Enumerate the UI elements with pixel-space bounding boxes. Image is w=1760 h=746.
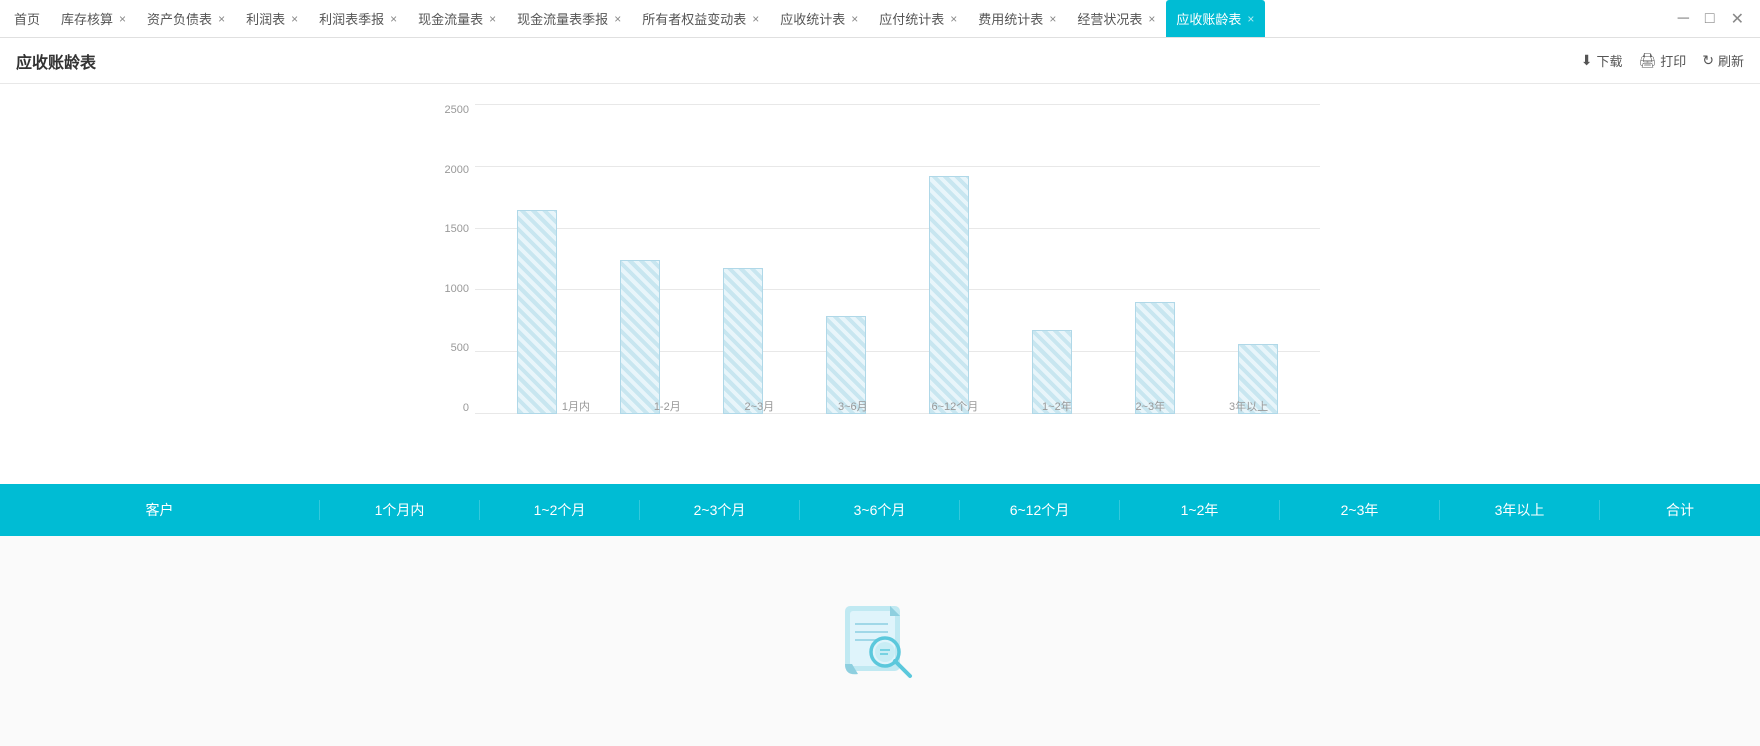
page-header: 应收账龄表 ⬇ 下载 🖨 打印 ↻ 刷新 <box>0 38 1760 84</box>
y-label-1500: 1500 <box>445 223 469 235</box>
bar-fill-4 <box>929 176 969 414</box>
tab-profit-close[interactable]: × <box>291 13 298 25</box>
bar-4 <box>929 176 969 414</box>
th-cell-5: 6~12个月 <box>960 500 1120 520</box>
tab-ar-stats-close[interactable]: × <box>851 13 858 25</box>
refresh-icon: ↻ <box>1702 52 1714 69</box>
tab-ar-aging-label: 应收账龄表 <box>1176 9 1241 28</box>
th-cell-3: 2~3个月 <box>640 500 800 520</box>
page-actions: ⬇ 下载 🖨 打印 ↻ 刷新 <box>1581 51 1744 70</box>
bars-container <box>475 104 1320 414</box>
th-cell-2: 1~2个月 <box>480 500 640 520</box>
refresh-label: 刷新 <box>1718 51 1744 70</box>
tab-cashflow-close[interactable]: × <box>489 13 496 25</box>
y-label-1000: 1000 <box>445 283 469 295</box>
x-label-2: 2~3月 <box>745 398 775 414</box>
chart-plot: 1月内 1-2月 2~3月 3~6月 6~12个月 1~2年 2~3年 3年以上 <box>475 104 1320 414</box>
tab-cashflow-quarterly[interactable]: 现金流量表季报 × <box>507 0 632 38</box>
tab-inventory-close[interactable]: × <box>119 13 126 25</box>
bar-1 <box>620 260 660 414</box>
print-icon: 🖨 <box>1638 52 1656 69</box>
bar-2 <box>723 268 763 414</box>
tab-expense-stats-label: 费用统计表 <box>978 9 1043 28</box>
x-label-7: 3年以上 <box>1229 398 1268 414</box>
tab-home[interactable]: 首页 <box>4 0 51 38</box>
empty-state <box>0 536 1760 746</box>
tab-profit-quarterly-label: 利润表季报 <box>319 9 384 28</box>
tab-profit[interactable]: 利润表 × <box>236 0 309 38</box>
tab-expense-stats[interactable]: 费用统计表 × <box>968 0 1067 38</box>
x-label-1: 1-2月 <box>654 398 681 414</box>
bar-fill-1 <box>620 260 660 414</box>
x-label-5: 1~2年 <box>1042 398 1072 414</box>
th-cell-7: 2~3年 <box>1280 500 1440 520</box>
tab-ar-aging[interactable]: 应收账龄表 × <box>1166 0 1265 38</box>
y-label-500: 500 <box>451 342 469 354</box>
tab-operations-close[interactable]: × <box>1148 13 1155 25</box>
y-label-0: 0 <box>463 402 469 414</box>
tab-ap-stats-close[interactable]: × <box>950 13 957 25</box>
x-label-6: 2~3年 <box>1136 398 1166 414</box>
x-label-0: 1月内 <box>562 398 590 414</box>
tab-equity-label: 所有者权益变动表 <box>642 9 746 28</box>
tab-operations-label: 经营状况表 <box>1077 9 1142 28</box>
bar-fill-2 <box>723 268 763 414</box>
tab-balance-sheet-label: 资产负债表 <box>147 9 212 28</box>
window-actions: ─ □ ✕ <box>1674 7 1756 31</box>
th-cell-8: 3年以上 <box>1440 500 1600 520</box>
tab-ar-aging-close[interactable]: × <box>1247 13 1254 25</box>
tab-ap-stats[interactable]: 应付统计表 × <box>869 0 968 38</box>
x-label-3: 3~6月 <box>838 398 868 414</box>
empty-icon <box>830 596 930 686</box>
refresh-button[interactable]: ↻ 刷新 <box>1702 51 1744 70</box>
tab-cashflow-quarterly-label: 现金流量表季报 <box>517 9 608 28</box>
tab-home-label: 首页 <box>14 9 40 28</box>
main-content: 0 500 1000 1500 2000 2500 <box>0 84 1760 746</box>
minimize-button[interactable]: ─ <box>1674 8 1693 30</box>
table-header: 客户1个月内1~2个月2~3个月3~6个月6~12个月1~2年2~3年3年以上合… <box>0 484 1760 536</box>
tab-expense-stats-close[interactable]: × <box>1049 13 1056 25</box>
download-icon: ⬇ <box>1581 52 1593 69</box>
tab-equity-close[interactable]: × <box>752 13 759 25</box>
th-cell-9: 合计 <box>1600 500 1760 520</box>
tab-profit-quarterly[interactable]: 利润表季报 × <box>309 0 408 38</box>
chart-container: 0 500 1000 1500 2000 2500 <box>430 104 1330 444</box>
tab-equity[interactable]: 所有者权益变动表 × <box>632 0 770 38</box>
print-button[interactable]: 🖨 打印 <box>1638 51 1686 70</box>
maximize-button[interactable]: □ <box>1701 8 1719 30</box>
tab-cashflow-label: 现金流量表 <box>418 9 483 28</box>
tab-profit-label: 利润表 <box>246 9 285 28</box>
x-label-4: 6~12个月 <box>931 398 978 414</box>
tab-cashflow-quarterly-close[interactable]: × <box>614 13 621 25</box>
download-label: 下载 <box>1596 51 1622 70</box>
page-title: 应收账龄表 <box>16 49 96 73</box>
tab-ap-stats-label: 应付统计表 <box>879 9 944 28</box>
th-cell-6: 1~2年 <box>1120 500 1280 520</box>
tab-bar: 首页 库存核算 × 资产负债表 × 利润表 × 利润表季报 × 现金流量表 × … <box>0 0 1760 38</box>
close-button[interactable]: ✕ <box>1727 7 1748 31</box>
tab-profit-quarterly-close[interactable]: × <box>390 13 397 25</box>
tab-ar-stats-label: 应收统计表 <box>780 9 845 28</box>
th-cell-1: 1个月内 <box>320 500 480 520</box>
bar-fill-0 <box>517 210 557 414</box>
tab-inventory-label: 库存核算 <box>61 9 113 28</box>
tab-operations[interactable]: 经营状况表 × <box>1067 0 1166 38</box>
chart-area: 0 500 1000 1500 2000 2500 <box>0 84 1760 484</box>
y-axis: 0 500 1000 1500 2000 2500 <box>430 104 475 414</box>
y-label-2500: 2500 <box>445 104 469 116</box>
tab-ar-stats[interactable]: 应收统计表 × <box>770 0 869 38</box>
x-labels: 1月内 1-2月 2~3月 3~6月 6~12个月 1~2年 2~3年 3年以上 <box>520 398 1310 414</box>
tab-balance-sheet-close[interactable]: × <box>218 13 225 25</box>
tab-cashflow[interactable]: 现金流量表 × <box>408 0 507 38</box>
th-cell-0: 客户 <box>0 500 320 520</box>
download-button[interactable]: ⬇ 下载 <box>1581 51 1623 70</box>
print-label: 打印 <box>1660 51 1686 70</box>
th-cell-4: 3~6个月 <box>800 500 960 520</box>
y-label-2000: 2000 <box>445 164 469 176</box>
bar-0 <box>517 210 557 414</box>
tab-inventory[interactable]: 库存核算 × <box>51 0 137 38</box>
tab-balance-sheet[interactable]: 资产负债表 × <box>137 0 236 38</box>
